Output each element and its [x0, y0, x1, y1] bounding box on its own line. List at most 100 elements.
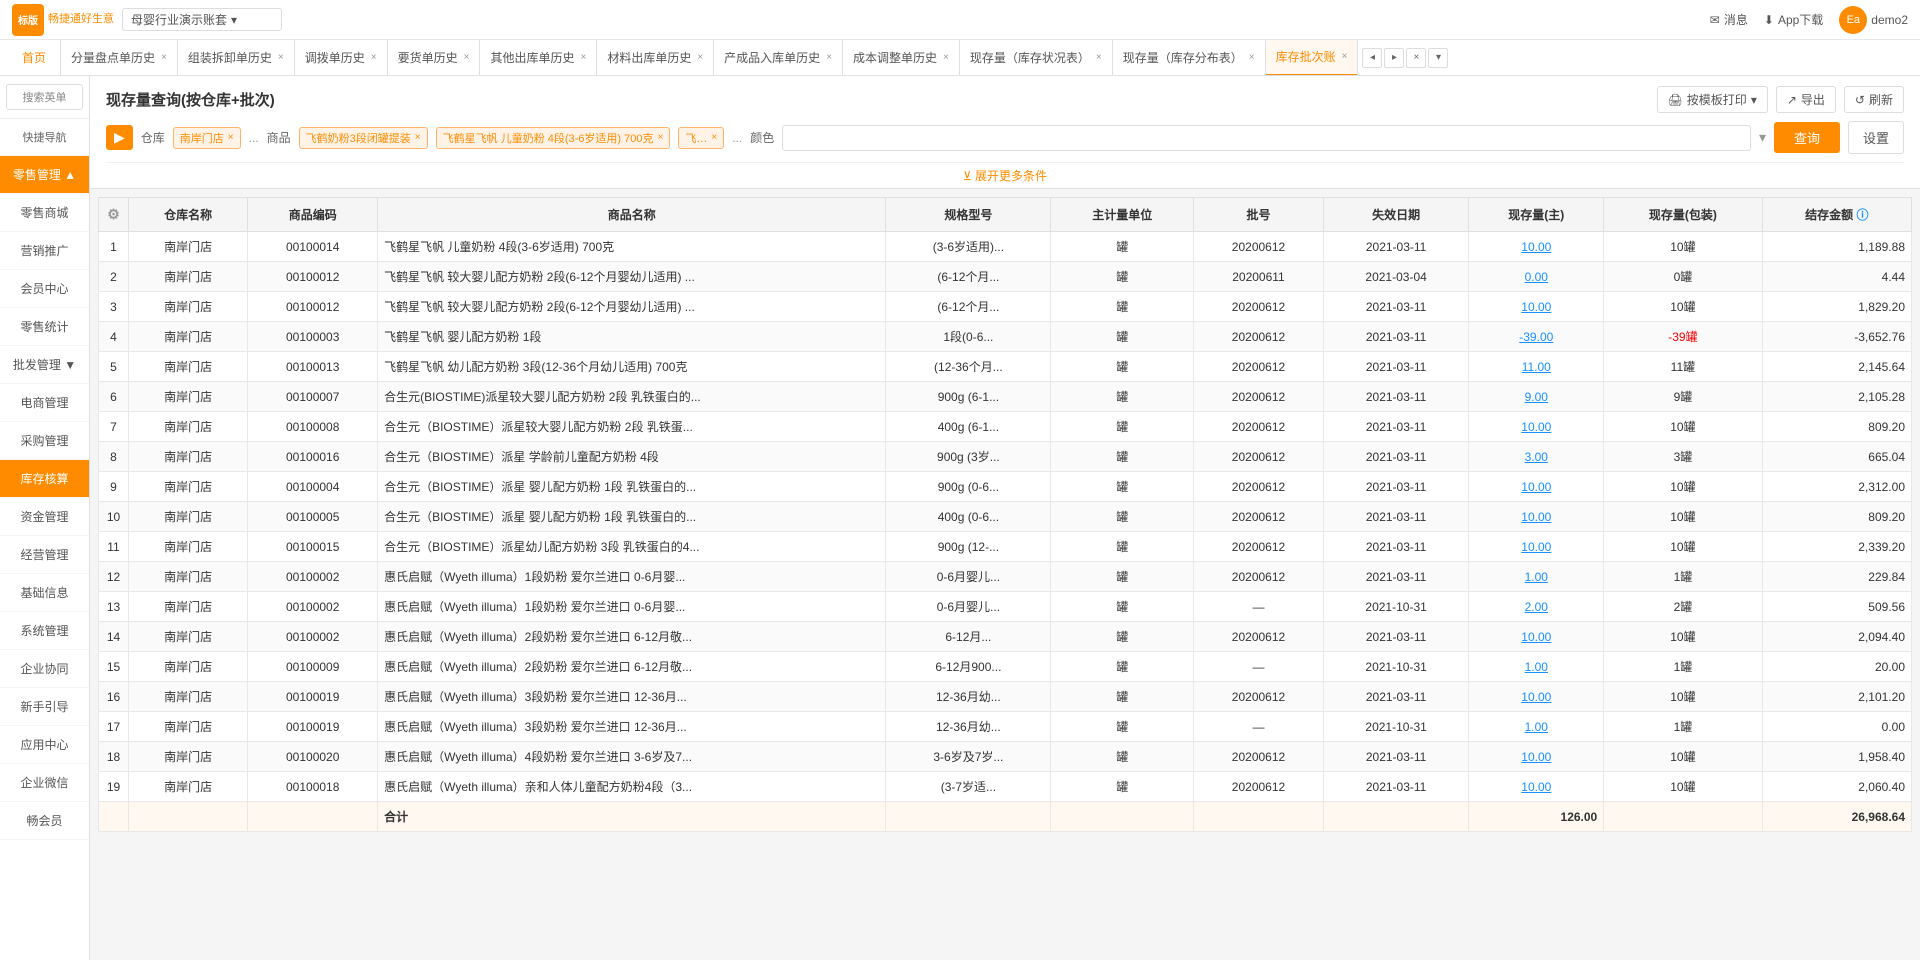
sidebar-item-app-center[interactable]: 应用中心: [0, 726, 89, 764]
sidebar-item-marketing[interactable]: 营销推广: [0, 232, 89, 270]
tab-close-10[interactable]: ×: [1249, 52, 1255, 63]
tab-5[interactable]: 其他出库单历史 ×: [480, 40, 597, 76]
tab-close-6[interactable]: ×: [697, 52, 703, 63]
row-qty-main[interactable]: 9.00: [1469, 382, 1604, 412]
tab-1[interactable]: 分量盘点单历史 ×: [61, 40, 178, 76]
tab-2[interactable]: 组装拆卸单历史 ×: [178, 40, 295, 76]
sidebar-item-inventory[interactable]: 库存核算: [0, 460, 89, 498]
tab-close-8[interactable]: ×: [943, 52, 949, 63]
page-actions: 🖨 按模板打印 ▾ ↗ 导出 ↺ 刷新: [1657, 86, 1904, 113]
row-expire: 2021-03-11: [1323, 502, 1468, 532]
row-qty-main[interactable]: 1.00: [1469, 562, 1604, 592]
tab-close-7[interactable]: ×: [826, 52, 832, 63]
tab-menu-btn[interactable]: ▾: [1428, 48, 1448, 68]
tab-11[interactable]: 库存批次账 ×: [1266, 40, 1359, 76]
sidebar-nav-quick[interactable]: 快捷导航: [0, 123, 89, 151]
sidebar-item-operations[interactable]: 经营管理: [0, 536, 89, 574]
goods-tag2-close-icon[interactable]: ×: [658, 132, 664, 143]
settings-btn[interactable]: 设置: [1848, 121, 1904, 154]
table-settings-icon[interactable]: ⚙: [107, 206, 120, 222]
tab-6[interactable]: 材料出库单历史 ×: [597, 40, 714, 76]
tab-next-btn[interactable]: ▸: [1384, 48, 1404, 68]
color-input[interactable]: [782, 125, 1751, 151]
row-unit: 罐: [1051, 532, 1194, 562]
tab-7[interactable]: 产成品入库单历史 ×: [714, 40, 843, 76]
sidebar-item-enterprise[interactable]: 企业协同: [0, 650, 89, 688]
row-qty-main[interactable]: 2.00: [1469, 592, 1604, 622]
row-qty-main[interactable]: 10.00: [1469, 532, 1604, 562]
tab-home[interactable]: 首页: [8, 40, 61, 76]
org-select[interactable]: 母婴行业演示账套 ▾: [122, 8, 282, 31]
tab-9[interactable]: 现存量（库存状况表） ×: [960, 40, 1113, 76]
row-qty-main[interactable]: 10.00: [1469, 742, 1604, 772]
sidebar-item-ecommerce[interactable]: 电商管理: [0, 384, 89, 422]
row-qty-main[interactable]: 11.00: [1469, 352, 1604, 382]
tab-close-all-btn[interactable]: ×: [1406, 48, 1426, 68]
sidebar-item-finance[interactable]: 资金管理: [0, 498, 89, 536]
row-qty-main[interactable]: 3.00: [1469, 442, 1604, 472]
sidebar-item-wholesale[interactable]: 批发管理 ▼: [0, 346, 89, 384]
sidebar-item-member2[interactable]: 畅会员: [0, 802, 89, 840]
sidebar-item-guide[interactable]: 新手引导: [0, 688, 89, 726]
row-qty-main[interactable]: -39.00: [1469, 322, 1604, 352]
th-settings[interactable]: ⚙: [99, 198, 129, 232]
row-qty-main[interactable]: 1.00: [1469, 712, 1604, 742]
sidebar-item-purchase[interactable]: 采购管理: [0, 422, 89, 460]
row-qty-main[interactable]: 10.00: [1469, 412, 1604, 442]
row-qty-main[interactable]: 10.00: [1469, 682, 1604, 712]
tab-close-1[interactable]: ×: [161, 52, 167, 63]
warehouse-tag-close-icon[interactable]: ×: [228, 132, 234, 143]
row-qty-main[interactable]: 10.00: [1469, 772, 1604, 802]
th-expire: 失效日期: [1323, 198, 1468, 232]
table-row: 6 南岸门店 00100007 合生元(BIOSTIME)派星较大婴儿配方奶粉 …: [99, 382, 1912, 412]
tab-3[interactable]: 调拨单历史 ×: [295, 40, 388, 76]
row-batch: 20200612: [1194, 232, 1324, 262]
goods-tag3-close-icon[interactable]: ×: [711, 132, 717, 143]
tab-close-11[interactable]: ×: [1342, 51, 1348, 62]
row-expire: 2021-03-11: [1323, 772, 1468, 802]
tab-close-4[interactable]: ×: [464, 52, 470, 63]
row-code: 00100019: [248, 712, 378, 742]
query-btn[interactable]: 查询: [1774, 122, 1840, 153]
sidebar-item-retail-mall[interactable]: 零售商城: [0, 194, 89, 232]
sidebar-item-retail-stats[interactable]: 零售统计: [0, 308, 89, 346]
color-expand-icon[interactable]: ▾: [1759, 129, 1766, 146]
sidebar-item-basic-info[interactable]: 基础信息: [0, 574, 89, 612]
refresh-btn[interactable]: ↺ 刷新: [1844, 86, 1904, 113]
tab-close-5[interactable]: ×: [580, 52, 586, 63]
row-qty-main[interactable]: 10.00: [1469, 622, 1604, 652]
tab-10[interactable]: 现存量（库存分布表） ×: [1113, 40, 1266, 76]
tab-8[interactable]: 成本调整单历史 ×: [843, 40, 960, 76]
row-qty-main[interactable]: 10.00: [1469, 292, 1604, 322]
sidebar-item-retail-mgmt[interactable]: 零售管理 ▲: [0, 156, 89, 194]
app-download-btn[interactable]: ⬇ App下载: [1764, 11, 1823, 28]
tab-close-2[interactable]: ×: [278, 52, 284, 63]
goods-more-dots[interactable]: ...: [732, 131, 742, 145]
expand-more-btn[interactable]: ⊻ 展开更多条件: [963, 169, 1047, 183]
user-area[interactable]: Ea demo2: [1839, 6, 1908, 34]
template-print-btn[interactable]: 🖨 按模板打印 ▾: [1657, 86, 1768, 113]
tab-close-9[interactable]: ×: [1096, 52, 1102, 63]
sidebar-item-enterprise-wechat[interactable]: 企业微信: [0, 764, 89, 802]
page-title: 现存量查询(按仓库+批次): [106, 89, 275, 110]
warehouse-more-dots[interactable]: ...: [249, 131, 259, 145]
row-qty-pack: 1罐: [1604, 712, 1762, 742]
row-qty-main[interactable]: 10.00: [1469, 232, 1604, 262]
tab-close-3[interactable]: ×: [371, 52, 377, 63]
row-qty-main[interactable]: 10.00: [1469, 472, 1604, 502]
row-qty-main[interactable]: 0.00: [1469, 262, 1604, 292]
row-spec: 1段(0-6...: [886, 322, 1051, 352]
goods-tag1-close-icon[interactable]: ×: [415, 132, 421, 143]
message-btn[interactable]: ✉ 消息: [1710, 11, 1748, 28]
filter-expand-btn[interactable]: ▶: [106, 125, 133, 150]
sidebar-search-btn[interactable]: 搜索英单: [6, 84, 83, 110]
tab-4[interactable]: 要货单历史 ×: [388, 40, 481, 76]
row-qty-main[interactable]: 1.00: [1469, 652, 1604, 682]
row-batch: 20200612: [1194, 292, 1324, 322]
tab-prev-btn[interactable]: ◂: [1362, 48, 1382, 68]
row-qty-main[interactable]: 10.00: [1469, 502, 1604, 532]
export-btn[interactable]: ↗ 导出: [1776, 86, 1836, 113]
sidebar-item-system[interactable]: 系统管理: [0, 612, 89, 650]
row-no: 4: [99, 322, 129, 352]
sidebar-item-member[interactable]: 会员中心: [0, 270, 89, 308]
